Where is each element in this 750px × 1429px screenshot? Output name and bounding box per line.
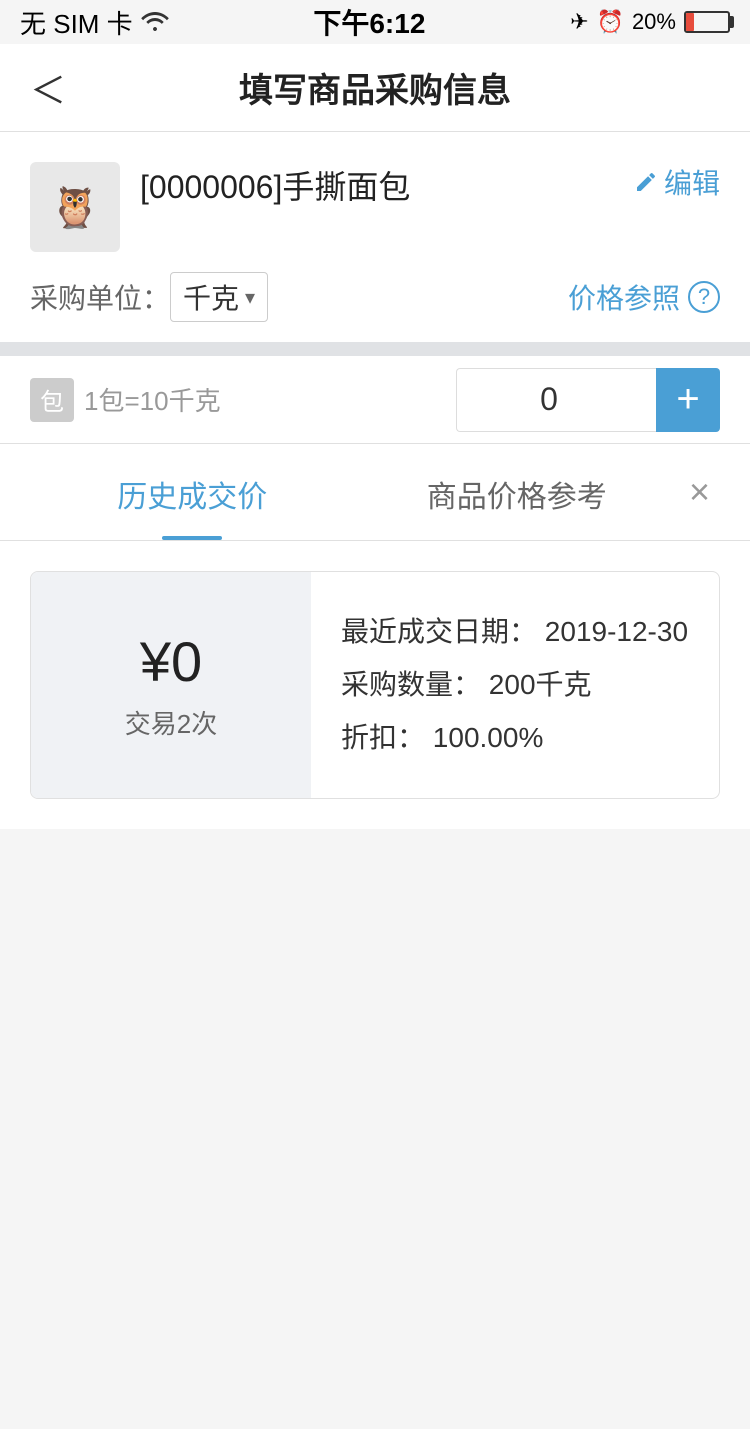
quantity-control: + — [456, 368, 720, 432]
owl-logo-icon: 🦉 — [50, 184, 100, 231]
status-bar: 无 SIM 卡 下午6:12 ✈ ⏰ 20% — [0, 0, 750, 44]
quantity-plus-button[interactable]: + — [656, 368, 720, 432]
back-button[interactable]: ＜ — [30, 52, 76, 124]
tab-bar: 历史成交价 商品价格参考 × — [0, 444, 750, 541]
purchase-qty-row: 采购数量： 200千克 — [341, 665, 689, 704]
wifi-icon — [141, 7, 169, 38]
battery-percent: 20% — [632, 9, 676, 35]
history-details: 最近成交日期： 2019-12-30 采购数量： 200千克 折扣： 100.0… — [311, 572, 719, 798]
recent-date-value: 2019-12-30 — [545, 616, 688, 647]
history-price: ¥0 — [140, 629, 202, 694]
product-name: [0000006]手撕面包 — [140, 162, 410, 208]
product-info: [0000006]手撕面包 编辑 — [140, 162, 720, 224]
unit-select[interactable]: 千克 ▾ — [170, 272, 268, 322]
tab-price-reference[interactable]: 商品价格参考 — [354, 444, 678, 540]
unit-label: 采购单位： — [30, 277, 170, 317]
page-title: 填写商品采购信息 — [239, 63, 511, 112]
discount-value: 100.00% — [433, 722, 544, 753]
status-left: 无 SIM 卡 — [20, 4, 169, 41]
quantity-input[interactable] — [456, 368, 656, 432]
history-card: ¥0 交易2次 最近成交日期： 2019-12-30 采购数量： 200千克 折… — [30, 571, 720, 799]
product-header: 🦉 [0000006]手撕面包 编辑 — [30, 162, 720, 252]
status-time: 下午6:12 — [313, 2, 425, 42]
product-card: 🦉 [0000006]手撕面包 编辑 采购单位： 千克 ▾ 价格参照 ? — [0, 132, 750, 342]
price-ref-label: 价格参照 — [568, 277, 680, 317]
battery-icon — [684, 11, 730, 33]
history-section: ¥0 交易2次 最近成交日期： 2019-12-30 采购数量： 200千克 折… — [0, 541, 750, 829]
package-label: 包 1包=10千克 — [30, 378, 221, 422]
chevron-down-icon: ▾ — [245, 285, 255, 310]
recent-date-row: 最近成交日期： 2019-12-30 — [341, 612, 689, 651]
tab-section: 历史成交价 商品价格参考 × ¥0 交易2次 最近成交日期： 2019-12-3… — [0, 444, 750, 829]
carrier-text: 无 SIM 卡 — [20, 4, 133, 41]
alarm-icon: ⏰ — [597, 9, 624, 35]
unit-value: 千克 — [183, 277, 239, 317]
status-right: ✈ ⏰ 20% — [570, 9, 730, 35]
edit-button[interactable]: 编辑 — [634, 162, 720, 202]
location-icon: ✈ — [570, 9, 588, 35]
nav-header: ＜ 填写商品采购信息 — [0, 44, 750, 132]
recent-date-label: 最近成交日期： — [341, 616, 537, 647]
package-equiv: 1包=10千克 — [84, 381, 221, 418]
quantity-row: 包 1包=10千克 + — [0, 356, 750, 444]
help-icon: ? — [688, 281, 720, 313]
product-row2: 采购单位： 千克 ▾ 价格参照 ? — [30, 272, 720, 322]
product-thumbnail: 🦉 — [30, 162, 120, 252]
discount-label: 折扣： — [341, 722, 425, 753]
tab-close-button[interactable]: × — [679, 461, 720, 523]
section-divider — [0, 342, 750, 356]
discount-row: 折扣： 100.00% — [341, 718, 689, 757]
price-reference-button[interactable]: 价格参照 ? — [568, 277, 720, 317]
package-icon: 包 — [30, 378, 74, 422]
bottom-area — [0, 829, 750, 1429]
purchase-qty-value: 200千克 — [489, 669, 592, 700]
tab-history-price[interactable]: 历史成交价 — [30, 444, 354, 540]
history-price-box: ¥0 交易2次 — [31, 572, 311, 798]
trade-count: 交易2次 — [125, 704, 217, 741]
purchase-qty-label: 采购数量： — [341, 669, 481, 700]
edit-label: 编辑 — [664, 162, 720, 202]
